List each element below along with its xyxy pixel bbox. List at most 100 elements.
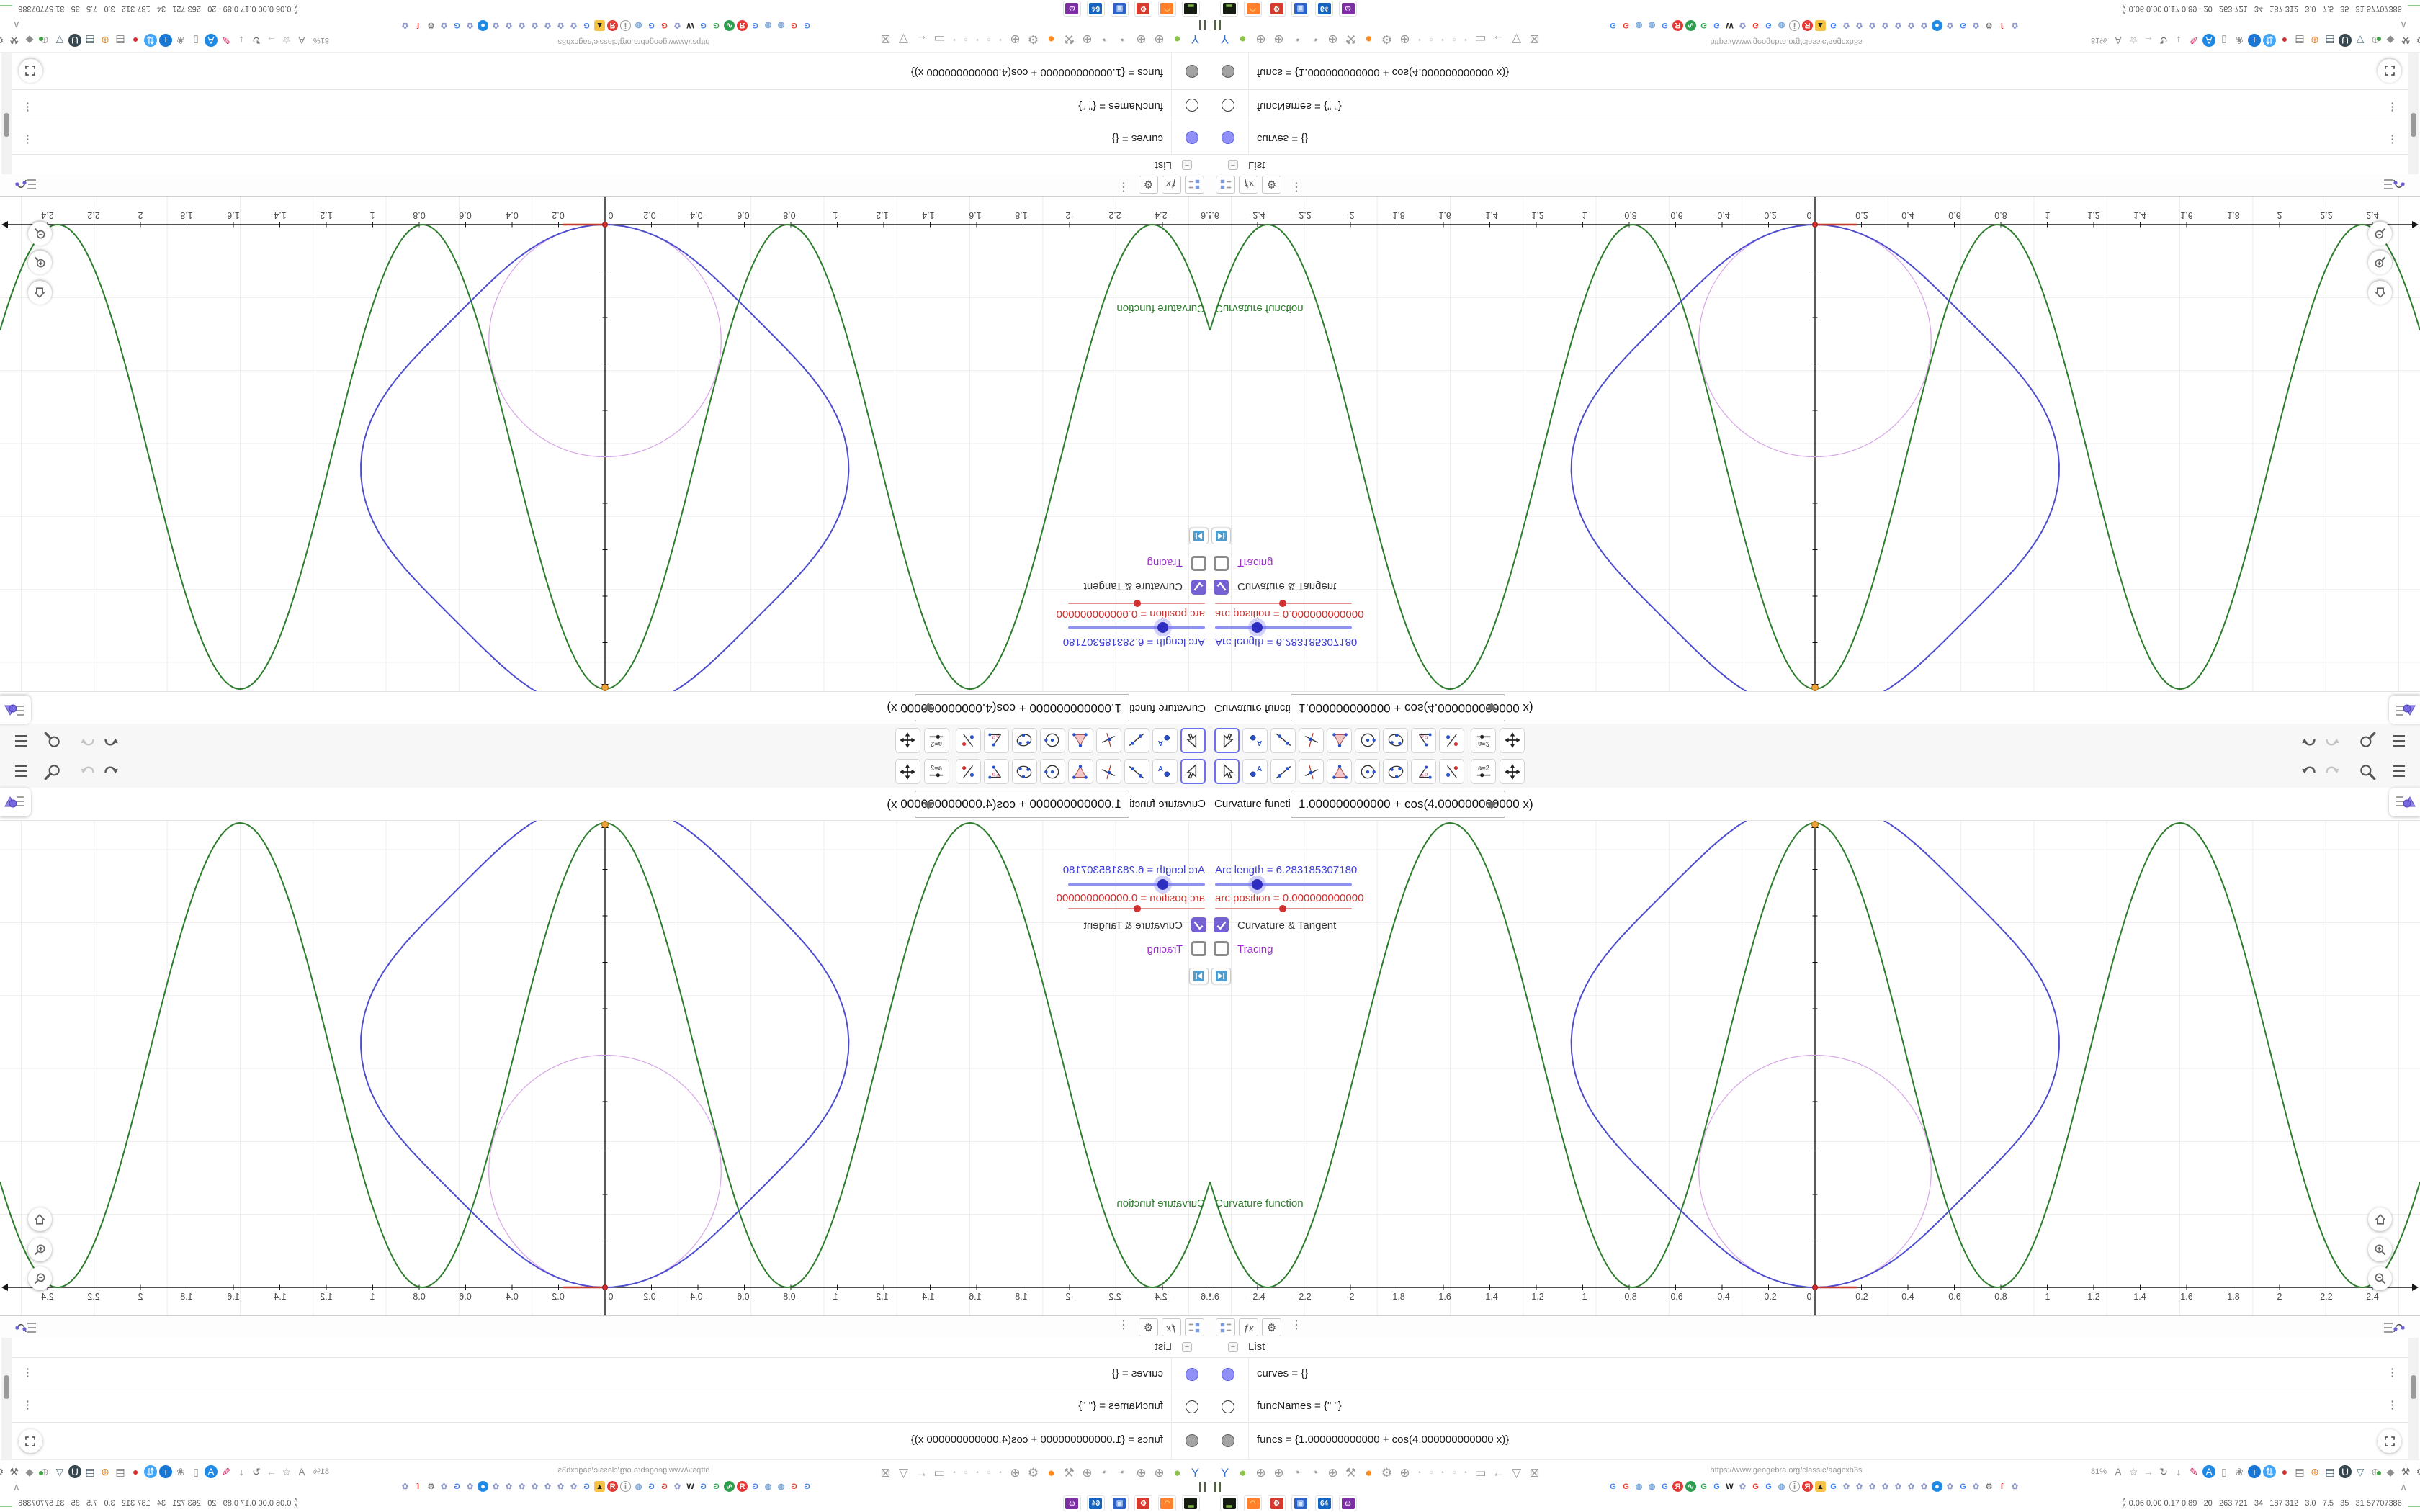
zoom-in-button[interactable] [28, 251, 52, 274]
angle-tool-button[interactable]: α [1411, 759, 1436, 784]
tab-favicon[interactable]: G [802, 1481, 812, 1492]
extension-icon[interactable]: ⚒ [8, 34, 21, 47]
browser-icon[interactable]: • [973, 32, 982, 47]
browser-icon[interactable]: ⊕ [1271, 1465, 1286, 1480]
extension-icon[interactable]: A [204, 34, 218, 47]
mask-icon[interactable]: ω [1063, 1495, 1081, 1511]
tab-favicon[interactable]: ✿ [1906, 1481, 1917, 1492]
tab-favicon[interactable]: ✿ [672, 20, 683, 31]
menu-button[interactable]: ☰ [11, 762, 31, 782]
arc-length-slider[interactable] [1215, 883, 1352, 886]
tab-favicon[interactable]: G [1608, 1481, 1618, 1492]
arc-length-slider[interactable] [1068, 883, 1205, 886]
curvature-tangent-checkbox[interactable] [1191, 580, 1206, 595]
home-view-button[interactable] [2368, 1207, 2392, 1231]
browser-icon[interactable]: ⚙ [1026, 32, 1041, 47]
curvature-function-dropdown[interactable]: 1.000000000000 + cos(4.000000000000 x) [1291, 791, 1533, 818]
tab-favicon[interactable]: Я [1672, 1481, 1683, 1492]
curvature-tangent-checkbox[interactable] [1191, 917, 1206, 932]
tab-favicon[interactable]: f [1996, 20, 2007, 31]
extension-icon[interactable]: U [2339, 34, 2352, 47]
extension-icon[interactable]: ▽ [53, 1465, 66, 1478]
collapse-button[interactable]: − [1228, 1342, 1238, 1352]
angle-tool-button[interactable]: α [984, 759, 1009, 784]
circle-tool-button[interactable] [1355, 728, 1380, 753]
conic-tool-button[interactable] [1012, 759, 1037, 784]
tab-favicon[interactable]: ◍ [1776, 20, 1787, 31]
extension-icon[interactable]: ▯ [2218, 1465, 2231, 1478]
extension-icon[interactable]: ▤ [84, 1465, 97, 1478]
row-menu-button[interactable]: ⋮ [2387, 1400, 2398, 1410]
extension-icon[interactable]: A [295, 1465, 308, 1478]
line-tool-button[interactable] [1270, 759, 1296, 784]
terminal-icon[interactable]: ▂ [1182, 1495, 1200, 1511]
intersect-tool-button[interactable] [1096, 728, 1121, 753]
tab-favicon[interactable]: ● [1932, 1481, 1942, 1492]
collapse-button[interactable]: − [1182, 160, 1192, 170]
tab-favicon[interactable]: ✿ [2009, 1481, 2020, 1492]
browser-icon[interactable]: • [973, 1465, 982, 1480]
intersect-tool-button[interactable] [1299, 759, 1324, 784]
tab-favicon[interactable]: Я [607, 1481, 618, 1492]
tab-favicon[interactable]: ✿ [1737, 20, 1748, 31]
tab-favicon[interactable]: G [1958, 20, 1968, 31]
browser-icon[interactable]: ◔ [1098, 32, 1113, 47]
browser-icon[interactable]: • [1438, 32, 1447, 47]
undo-button[interactable] [100, 762, 120, 782]
extension-icon[interactable]: ▤ [2293, 1465, 2306, 1478]
graphics-view[interactable]: -2.6 -2.4 -2.2 -2 -1.8 -1.6 -1.4 -1.2 -1 -0.8 -0.6… [0, 821, 1210, 1316]
browser-icon[interactable]: ▽ [1509, 32, 1524, 47]
tracing-checkbox[interactable] [1191, 556, 1206, 571]
extension-icon[interactable]: A [2112, 34, 2125, 47]
extension-icon[interactable]: → [265, 34, 278, 47]
fx-button[interactable]: ƒx [1239, 1318, 1258, 1336]
row-menu-button[interactable]: ⋮ [2387, 133, 2398, 145]
row-menu-button[interactable]: ⋮ [22, 1367, 33, 1379]
browser-icon[interactable]: ⊕ [1134, 32, 1149, 47]
extension-icon[interactable]: ☆ [2127, 34, 2140, 47]
browser-icon[interactable]: ○ [962, 1465, 970, 1480]
redo-button[interactable] [79, 730, 99, 750]
object-visibility-dot[interactable] [1186, 1434, 1198, 1447]
extension-icon[interactable]: ● [2278, 34, 2291, 47]
tab-favicon[interactable]: ∿ [1685, 20, 1696, 31]
tab-favicon[interactable]: ✿ [555, 20, 566, 31]
extension-icon[interactable]: A [2112, 1465, 2125, 1478]
extension-icon[interactable]: ⇅ [2263, 1465, 2277, 1478]
tab-favicon[interactable]: Я [1802, 1481, 1813, 1492]
mask-icon[interactable]: ω [1339, 1495, 1357, 1511]
algebra-row-funcs[interactable]: funcs = {1.000000000000 + cos(4.00000000… [0, 1422, 1210, 1459]
tab-favicon[interactable]: f [413, 1481, 424, 1492]
zoom-out-button[interactable] [28, 1266, 52, 1290]
graphics-settings-button[interactable] [0, 788, 31, 816]
extension-icon[interactable]: ▤ [2293, 34, 2306, 47]
fx-button[interactable]: ƒx [1162, 1318, 1181, 1336]
tab-favicon[interactable]: G [1698, 1481, 1709, 1492]
browser-icon[interactable]: • [1461, 1465, 1470, 1480]
tab-favicon[interactable]: ✿ [672, 1481, 683, 1492]
extension-icon[interactable]: ▯ [189, 1465, 202, 1478]
angle-tool-button[interactable]: α [1411, 728, 1436, 753]
arc-length-slider[interactable] [1215, 626, 1352, 629]
browser-icon[interactable]: ⊕ [1253, 32, 1268, 47]
extension-icon[interactable]: ↓ [235, 1465, 248, 1478]
tab-favicon[interactable]: ▲ [1815, 20, 1826, 31]
tab-favicon[interactable]: ✿ [1841, 20, 1852, 31]
tab-favicon[interactable]: ∿ [1685, 1481, 1696, 1492]
zoom-out-button[interactable] [2368, 222, 2392, 246]
tab-favicon[interactable]: G [698, 20, 709, 31]
tab-favicon[interactable]: Я [737, 20, 748, 31]
display-capture-icon[interactable]: ▣ [1111, 1, 1129, 17]
browser-icon[interactable]: ⚒ [1343, 32, 1358, 47]
fullscreen-button[interactable] [2378, 1429, 2401, 1453]
algebra-row-curves[interactable]: curves = {} ⋮ [0, 120, 1210, 155]
scrollbar[interactable] [1, 1338, 12, 1459]
tab-favicon[interactable]: ∿ [724, 1481, 735, 1492]
tab-favicon[interactable]: ⚙ [1984, 20, 1994, 31]
tab-favicon[interactable]: G [750, 1481, 761, 1492]
tab-favicon[interactable]: G [802, 20, 812, 31]
tab-favicon[interactable]: ✿ [1893, 1481, 1904, 1492]
algebra-more-button[interactable]: ⋮ [1291, 181, 1302, 193]
extension-icon[interactable]: ◆ [2384, 1465, 2397, 1478]
arc-length-slider-knob[interactable] [1157, 622, 1168, 633]
